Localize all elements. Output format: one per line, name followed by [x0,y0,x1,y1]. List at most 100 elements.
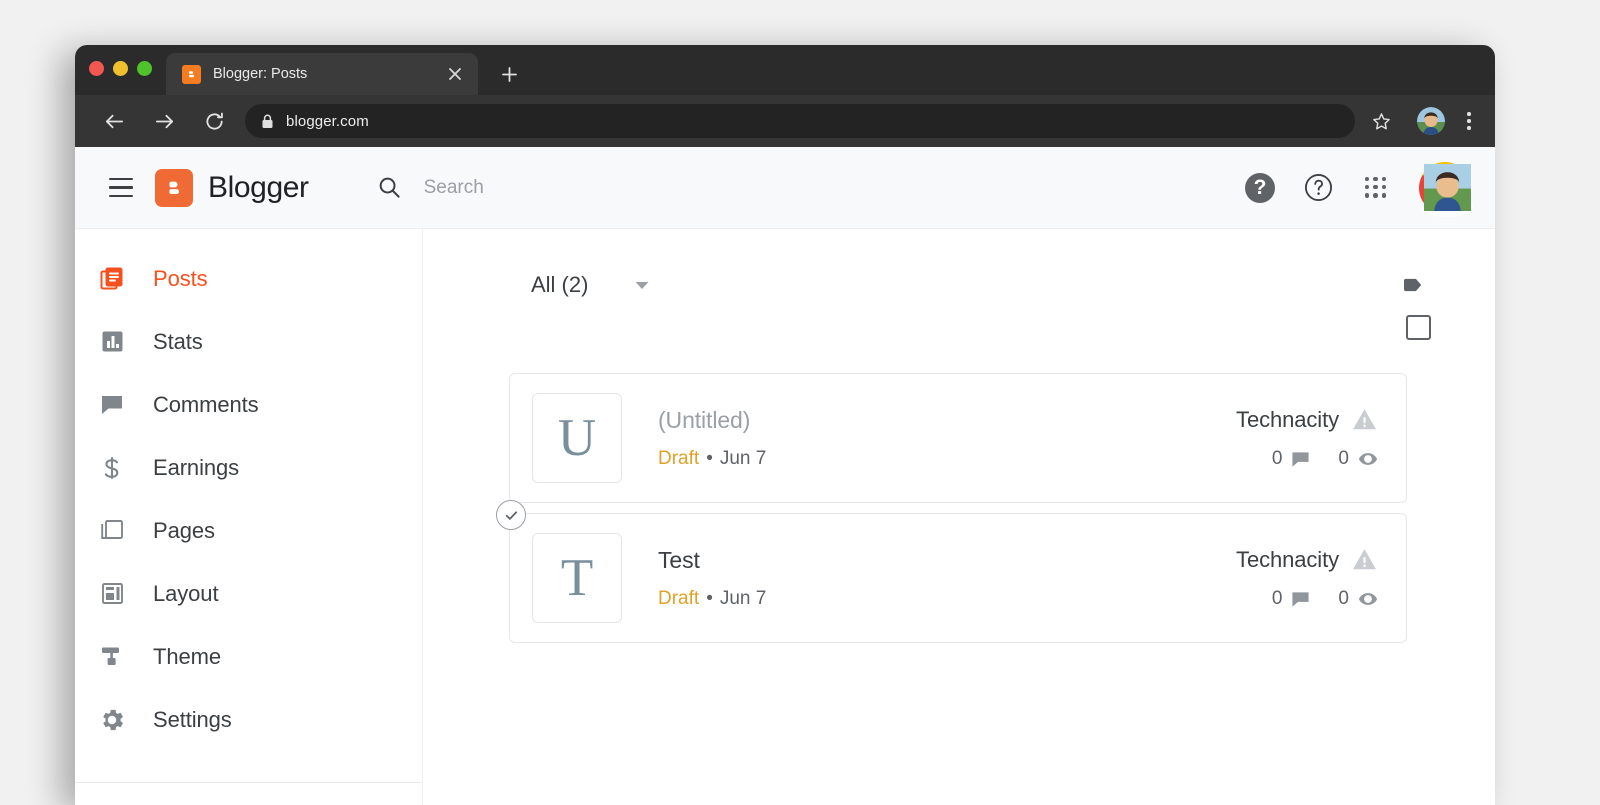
post-right-panel: Technacity 0 0 [1236,406,1378,470]
search-area [377,175,1231,200]
address-bar-url: blogger.com [286,112,369,130]
app-body: Posts Stats Comments Earnings Pages Layo… [75,229,1495,805]
post-selected-check-icon[interactable] [496,500,526,530]
post-title: Test [658,546,700,573]
comment-icon [1291,450,1310,469]
browser-tab[interactable]: Blogger: Posts [166,53,478,95]
post-thumbnail: T [532,533,622,623]
settings-icon [97,705,127,735]
reload-icon[interactable] [195,102,233,140]
eye-icon [1358,589,1378,609]
sidebar-label-layout: Layout [153,580,219,606]
post-stats: 0 0 [1272,588,1378,610]
browser-toolbar: blogger.com [75,95,1495,147]
minimize-window-button[interactable] [113,60,128,76]
sidebar-item-theme[interactable]: Theme [75,625,422,688]
comment-count-value: 0 [1271,588,1283,609]
apps-grid-icon [1365,176,1387,199]
header-actions: ? [1231,159,1473,217]
filter-label: All (2) [531,272,589,297]
sidebar-item-pages[interactable]: Pages [75,499,422,562]
sidebar-label-earnings: Earnings [153,454,240,480]
comment-count: 0 [1272,448,1311,470]
search-icon[interactable] [377,175,402,200]
view-count: 0 [1338,448,1378,470]
post-filter-dropdown[interactable]: All (2) [531,272,652,298]
new-tab-button[interactable] [492,57,526,91]
tab-title: Blogger: Posts [213,66,308,82]
lock-icon [261,114,274,129]
chrome-profile-avatar[interactable] [1417,107,1445,135]
stats-icon [97,327,127,357]
browser-window: Blogger: Posts blogger.com Blogger Searc… [75,45,1495,805]
pages-icon [97,516,127,546]
post-title: (Untitled) [658,406,751,433]
post-status: Draft [658,587,700,609]
warning-triangle-icon[interactable] [1351,546,1378,573]
post-subline: Draft • Jun 7 [658,448,1236,470]
sidebar-label-theme: Theme [153,643,221,669]
sidebar-label-pages: Pages [153,517,215,543]
sidebar-item-settings[interactable]: Settings [75,688,422,751]
label-tag-icon[interactable] [1391,263,1435,307]
post-stats: 0 0 [1272,448,1378,470]
post-date: Jun 7 [719,587,767,609]
window-traffic-lights [89,45,152,95]
theme-icon [97,642,127,672]
posts-content: All (2) U (Untitled) Draft • Jun 7 Techn… [423,229,1495,805]
help-filled-button[interactable]: ? [1231,159,1289,217]
back-icon[interactable] [95,102,133,140]
close-window-button[interactable] [89,60,104,76]
blogger-logo-icon [155,168,193,207]
chevron-down-icon [632,275,652,295]
blogger-favicon-icon [182,64,201,84]
sidebar-item-stats[interactable]: Stats [75,310,422,373]
bookmark-star-icon[interactable] [1361,102,1401,140]
browser-tab-strip: Blogger: Posts [75,45,1495,95]
separator: • [706,447,713,469]
maximize-window-button[interactable] [137,60,152,76]
blog-name: Technacity [1236,546,1339,572]
sidebar-label-posts: Posts [153,265,208,291]
earnings-icon [97,453,127,483]
sidebar-item-layout[interactable]: Layout [75,562,422,625]
warning-triangle-icon[interactable] [1351,406,1378,433]
search-input[interactable] [423,176,844,199]
comment-count-value: 0 [1271,448,1283,469]
sidebar-item-earnings[interactable]: Earnings [75,436,422,499]
address-bar[interactable]: blogger.com [245,104,1355,138]
post-right-panel: Technacity 0 0 [1236,546,1378,610]
google-apps-button[interactable] [1347,159,1405,217]
post-row[interactable]: T Test Draft • Jun 7 Technacity 0 0 [496,500,1407,643]
post-status: Draft [658,447,700,469]
post-row[interactable]: U (Untitled) Draft • Jun 7 Technacity 0 … [509,373,1407,503]
comments-icon [97,390,127,420]
blogger-app: Blogger ? [75,147,1495,805]
blog-name-row: Technacity [1236,406,1378,433]
browser-menu-icon[interactable] [1457,102,1481,140]
view-count-value: 0 [1338,588,1349,609]
brand-name: Blogger [208,170,309,204]
view-count-value: 0 [1338,448,1349,469]
blog-name-row: Technacity [1236,546,1378,573]
select-all-checkbox[interactable] [1406,315,1431,340]
post-meta: (Untitled) Draft • Jun 7 [658,407,1236,470]
sidebar: Posts Stats Comments Earnings Pages Layo… [75,229,423,805]
hamburger-icon[interactable] [97,164,145,212]
sidebar-item-posts[interactable]: Posts [75,247,422,310]
app-header: Blogger ? [75,147,1495,229]
sidebar-label-settings: Settings [153,706,232,732]
comment-count: 0 [1272,588,1311,610]
blogger-brand[interactable]: Blogger [155,168,309,207]
account-avatar[interactable] [1419,161,1473,217]
close-tab-icon[interactable] [444,63,466,85]
eye-icon [1358,449,1378,469]
blog-name: Technacity [1236,406,1339,432]
sidebar-item-comments[interactable]: Comments [75,373,422,436]
forward-icon[interactable] [145,102,183,140]
sidebar-label-comments: Comments [153,391,259,417]
sidebar-divider [75,782,422,783]
help-outline-button[interactable] [1289,159,1347,217]
post-thumbnail: U [532,393,622,483]
toolbar-right-actions [1361,102,1481,140]
